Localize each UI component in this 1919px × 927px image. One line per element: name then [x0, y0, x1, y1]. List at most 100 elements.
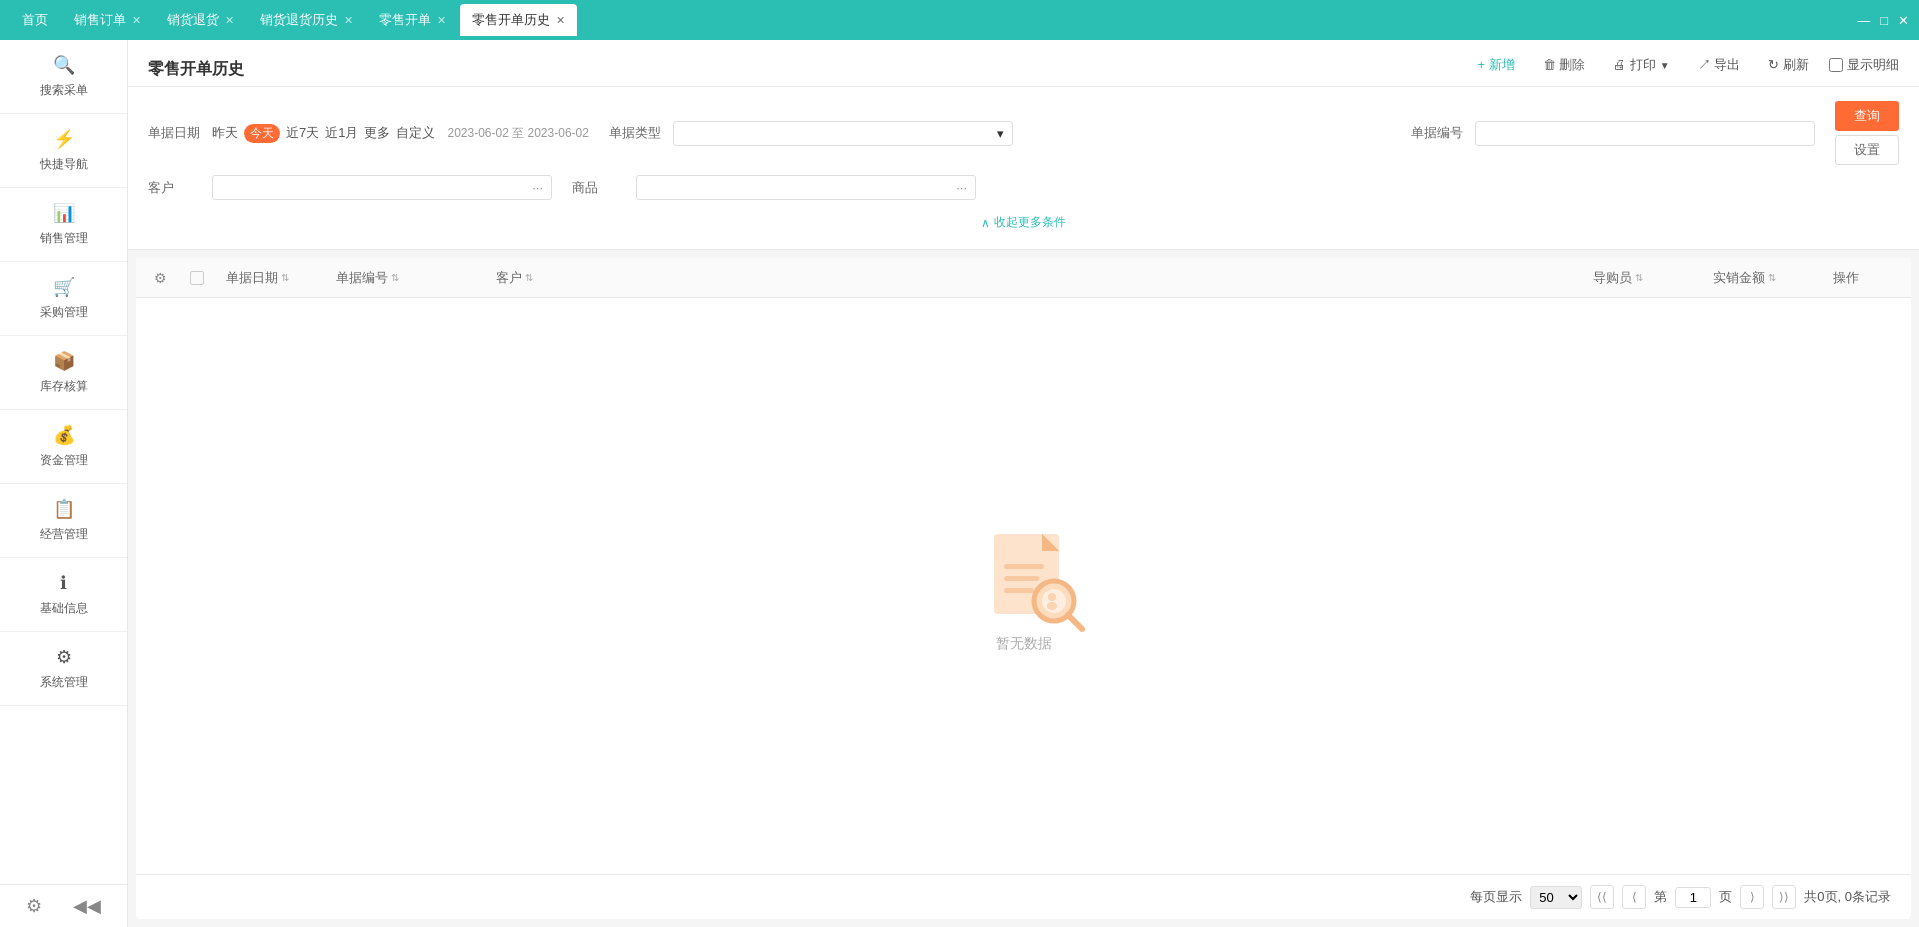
tab-sales-order-close[interactable]: ✕: [132, 14, 141, 27]
svg-point-8: [1048, 593, 1056, 601]
sidebar-item-inventory-label: 库存核算: [40, 378, 88, 395]
th-client-sort-icon[interactable]: ⇅: [525, 272, 533, 283]
total-info: 共0页, 0条记录: [1804, 888, 1891, 906]
per-page-label: 每页显示: [1470, 888, 1522, 906]
basic-icon: ℹ: [60, 572, 67, 594]
date-opt-1month[interactable]: 近1月: [325, 124, 358, 142]
query-button[interactable]: 查询: [1835, 101, 1899, 131]
th-no-label: 单据编号: [336, 269, 388, 287]
tab-home[interactable]: 首页: [10, 4, 60, 36]
th-no-sort-icon[interactable]: ⇅: [391, 272, 399, 283]
th-settings: ⚙: [144, 262, 180, 294]
type-filter-group: 单据类型 ▾: [609, 121, 1391, 146]
close-button[interactable]: ✕: [1898, 13, 1909, 28]
sidebar-item-nav[interactable]: ⚡ 快捷导航: [0, 114, 127, 188]
tab-retail-bill-history-close[interactable]: ✕: [556, 14, 565, 27]
sidebar-item-operation[interactable]: 📋 经营管理: [0, 484, 127, 558]
filter-row-2: 客户 ··· 商品 ···: [148, 175, 1899, 200]
sidebar-item-nav-label: 快捷导航: [40, 156, 88, 173]
footer-collapse-icon[interactable]: ◀◀: [73, 895, 101, 917]
print-button[interactable]: 🖨 打印 ▼: [1605, 52, 1678, 78]
date-opt-yesterday[interactable]: 昨天: [212, 124, 238, 142]
th-guide-sort-icon[interactable]: ⇅: [1635, 272, 1643, 283]
th-amount[interactable]: 实销金额 ⇅: [1703, 261, 1823, 295]
date-opt-more[interactable]: 更多: [364, 124, 390, 142]
no-filter-group: 单据编号: [1411, 121, 1815, 146]
system-icon: ⚙: [56, 646, 72, 668]
sidebar-item-inventory[interactable]: 📦 库存核算: [0, 336, 127, 410]
tab-sales-return[interactable]: 销货退货 ✕: [155, 4, 246, 36]
sidebar-item-system[interactable]: ⚙ 系统管理: [0, 632, 127, 706]
no-filter-input[interactable]: [1475, 121, 1815, 146]
th-guide-label: 导购员: [1593, 269, 1632, 287]
tab-sales-return-history-label: 销货退货历史: [260, 11, 338, 29]
tab-home-label: 首页: [22, 11, 48, 29]
th-client[interactable]: 客户 ⇅: [486, 261, 1583, 295]
th-guide[interactable]: 导购员 ⇅: [1583, 261, 1703, 295]
svg-rect-3: [1004, 576, 1039, 581]
sidebar-item-purchase[interactable]: 🛒 采购管理: [0, 262, 127, 336]
type-select-arrow-icon: ▾: [997, 126, 1004, 141]
empty-illustration: [974, 519, 1074, 619]
per-page-select[interactable]: 50 20 100 200: [1530, 886, 1582, 909]
refresh-button[interactable]: ↻ 刷新: [1760, 52, 1817, 78]
sidebar-item-sales[interactable]: 📊 销售管理: [0, 188, 127, 262]
tab-sales-return-close[interactable]: ✕: [225, 14, 234, 27]
th-no[interactable]: 单据编号 ⇅: [326, 261, 486, 295]
print-label: 🖨 打印: [1613, 56, 1656, 74]
tab-retail-bill-label: 零售开单: [379, 11, 431, 29]
select-all-checkbox[interactable]: [190, 271, 204, 285]
collapse-up-icon: ∧: [981, 216, 990, 230]
sidebar: 🔍 搜索采单 ⚡ 快捷导航 📊 销售管理 🛒 采购管理 📦 库存核算 💰 资金管…: [0, 40, 128, 927]
sidebar-item-sales-label: 销售管理: [40, 230, 88, 247]
svg-point-9: [1047, 602, 1057, 610]
goods-select[interactable]: ···: [636, 175, 976, 200]
display-detail-toggle[interactable]: 显示明细: [1829, 56, 1899, 74]
th-amount-sort-icon[interactable]: ⇅: [1768, 272, 1776, 283]
tab-sales-return-label: 销货退货: [167, 11, 219, 29]
th-date-sort-icon[interactable]: ⇅: [281, 272, 289, 283]
column-settings-icon[interactable]: ⚙: [154, 270, 167, 286]
client-select[interactable]: ···: [212, 175, 552, 200]
purchase-icon: 🛒: [53, 276, 75, 298]
sidebar-item-finance[interactable]: 💰 资金管理: [0, 410, 127, 484]
delete-button[interactable]: 🗑 删除: [1535, 52, 1594, 78]
toolbar: + 新增 🗑 删除 🖨 打印 ▼ ↗ 导出 ↻ 刷新 显示明细: [1469, 52, 1899, 86]
client-dots: ···: [532, 180, 543, 195]
filter-area: 单据日期 昨天 今天 近7天 近1月 更多 自定义 2023-06-02 至 2…: [128, 87, 1919, 250]
first-page-button[interactable]: ⟨⟨: [1590, 885, 1614, 909]
th-date[interactable]: 单据日期 ⇅: [216, 261, 326, 295]
date-opt-7days[interactable]: 近7天: [286, 124, 319, 142]
tab-retail-bill-history[interactable]: 零售开单历史 ✕: [460, 4, 577, 36]
prev-page-button[interactable]: ⟨: [1622, 885, 1646, 909]
tab-sales-return-history[interactable]: 销货退货历史 ✕: [248, 4, 365, 36]
page-number-input[interactable]: [1675, 887, 1711, 908]
sidebar-item-purchase-label: 采购管理: [40, 304, 88, 321]
export-button[interactable]: ↗ 导出: [1690, 52, 1749, 78]
filter-action-buttons: 查询 设置: [1835, 101, 1899, 165]
add-button[interactable]: + 新增: [1469, 52, 1522, 78]
sidebar-item-finance-label: 资金管理: [40, 452, 88, 469]
date-opt-today[interactable]: 今天: [244, 124, 280, 143]
next-page-button[interactable]: ⟩: [1740, 885, 1764, 909]
maximize-button[interactable]: □: [1880, 13, 1888, 28]
collapse-label: 收起更多条件: [994, 214, 1066, 231]
date-opt-custom[interactable]: 自定义: [396, 124, 435, 142]
sidebar-item-search[interactable]: 🔍 搜索采单: [0, 40, 127, 114]
display-detail-checkbox[interactable]: [1829, 58, 1843, 72]
tab-sales-return-history-close[interactable]: ✕: [344, 14, 353, 27]
page-end: 页: [1719, 888, 1732, 906]
svg-line-7: [1068, 615, 1082, 629]
last-page-button[interactable]: ⟩⟩: [1772, 885, 1796, 909]
th-client-label: 客户: [496, 269, 522, 287]
setting-button[interactable]: 设置: [1835, 135, 1899, 165]
footer-settings-icon[interactable]: ⚙: [26, 895, 42, 917]
tab-retail-bill-close[interactable]: ✕: [437, 14, 446, 27]
table-header: ⚙ 单据日期 ⇅ 单据编号 ⇅ 客户 ⇅ 导购员: [136, 258, 1911, 298]
tab-sales-order[interactable]: 销售订单 ✕: [62, 4, 153, 36]
minimize-button[interactable]: —: [1857, 13, 1870, 28]
collapse-bar[interactable]: ∧ 收起更多条件: [148, 210, 1899, 235]
tab-retail-bill[interactable]: 零售开单 ✕: [367, 4, 458, 36]
sidebar-item-basic[interactable]: ℹ 基础信息: [0, 558, 127, 632]
type-select[interactable]: ▾: [673, 121, 1013, 146]
